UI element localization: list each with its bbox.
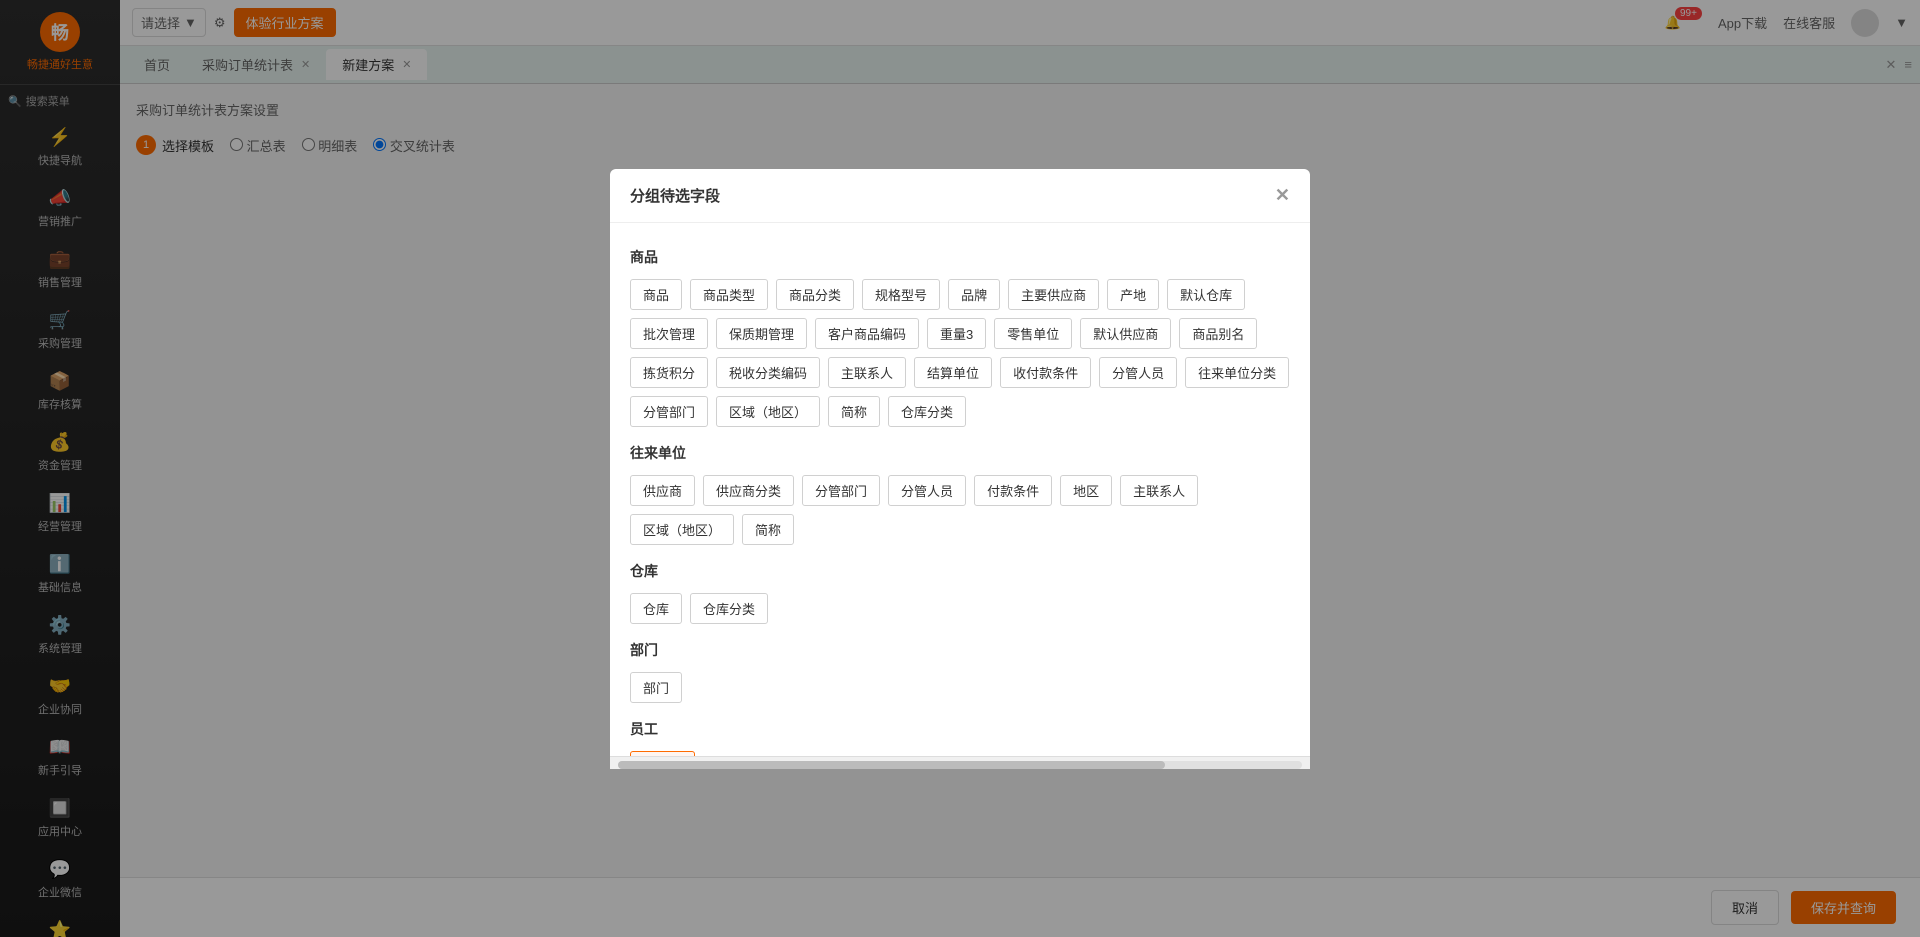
tag-0-8[interactable]: 批次管理	[630, 318, 708, 349]
modal-header: 分组待选字段 ✕	[610, 169, 1310, 223]
tag-0-7[interactable]: 默认仓库	[1167, 279, 1245, 310]
modal-title: 分组待选字段	[630, 185, 720, 206]
tag-0-1[interactable]: 商品类型	[690, 279, 768, 310]
tag-0-0[interactable]: 商品	[630, 279, 682, 310]
tag-1-7[interactable]: 区域（地区）	[630, 514, 734, 545]
section-title-4: 员工	[630, 719, 1290, 739]
tag-2-1[interactable]: 仓库分类	[690, 593, 768, 624]
modal-footer-scrollbar[interactable]	[610, 756, 1310, 769]
tag-0-10[interactable]: 客户商品编码	[815, 318, 919, 349]
section-title-2: 仓库	[630, 561, 1290, 581]
tag-2-0[interactable]: 仓库	[630, 593, 682, 624]
section-title-1: 往来单位	[630, 443, 1290, 463]
tag-0-14[interactable]: 商品别名	[1179, 318, 1257, 349]
modal: 分组待选字段 ✕ 商品商品商品类型商品分类规格型号品牌主要供应商产地默认仓库批次…	[610, 169, 1310, 769]
tag-0-3[interactable]: 规格型号	[862, 279, 940, 310]
tag-0-4[interactable]: 品牌	[948, 279, 1000, 310]
tag-0-16[interactable]: 税收分类编码	[716, 357, 820, 388]
tag-0-2[interactable]: 商品分类	[776, 279, 854, 310]
modal-body[interactable]: 商品商品商品类型商品分类规格型号品牌主要供应商产地默认仓库批次管理保质期管理客户…	[610, 223, 1310, 756]
tag-0-11[interactable]: 重量3	[927, 318, 986, 349]
tag-0-13[interactable]: 默认供应商	[1080, 318, 1171, 349]
tag-1-6[interactable]: 主联系人	[1120, 475, 1198, 506]
tag-1-2[interactable]: 分管部门	[802, 475, 880, 506]
tag-1-3[interactable]: 分管人员	[888, 475, 966, 506]
tag-1-4[interactable]: 付款条件	[974, 475, 1052, 506]
tag-0-23[interactable]: 区域（地区）	[716, 396, 820, 427]
tag-1-8[interactable]: 简称	[742, 514, 794, 545]
section-tags-0: 商品商品类型商品分类规格型号品牌主要供应商产地默认仓库批次管理保质期管理客户商品…	[630, 279, 1290, 427]
tag-0-18[interactable]: 结算单位	[914, 357, 992, 388]
tag-0-5[interactable]: 主要供应商	[1008, 279, 1099, 310]
tag-0-21[interactable]: 往来单位分类	[1185, 357, 1289, 388]
tag-0-15[interactable]: 拣货积分	[630, 357, 708, 388]
modal-overlay: 分组待选字段 ✕ 商品商品商品类型商品分类规格型号品牌主要供应商产地默认仓库批次…	[0, 0, 1920, 937]
section-title-0: 商品	[630, 247, 1290, 267]
section-tags-3: 部门	[630, 672, 1290, 703]
tag-1-1[interactable]: 供应商分类	[703, 475, 794, 506]
tag-0-9[interactable]: 保质期管理	[716, 318, 807, 349]
tag-0-6[interactable]: 产地	[1107, 279, 1159, 310]
modal-close-button[interactable]: ✕	[1275, 185, 1290, 206]
tag-1-5[interactable]: 地区	[1060, 475, 1112, 506]
tag-3-0[interactable]: 部门	[630, 672, 682, 703]
section-tags-1: 供应商供应商分类分管部门分管人员付款条件地区主联系人区域（地区） 简称	[630, 475, 1290, 545]
tag-0-19[interactable]: 收付款条件	[1000, 357, 1091, 388]
tag-0-24[interactable]: 简称	[828, 396, 880, 427]
section-tags-2: 仓库仓库分类	[630, 593, 1290, 624]
tag-0-25[interactable]: 仓库分类	[888, 396, 966, 427]
section-title-3: 部门	[630, 640, 1290, 660]
tag-0-17[interactable]: 主联系人	[828, 357, 906, 388]
tag-0-12[interactable]: 零售单位	[994, 318, 1072, 349]
tag-0-20[interactable]: 分管人员	[1099, 357, 1177, 388]
tag-0-22[interactable]: 分管部门	[630, 396, 708, 427]
tag-1-0[interactable]: 供应商	[630, 475, 695, 506]
